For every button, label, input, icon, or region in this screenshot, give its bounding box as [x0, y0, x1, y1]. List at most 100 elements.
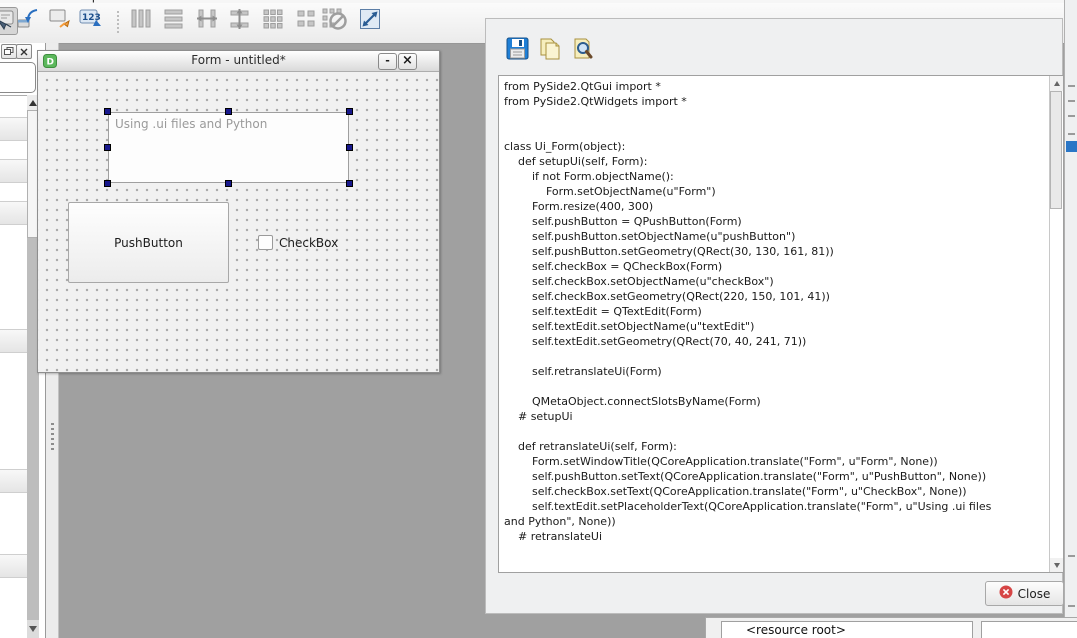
code-line: from PySide2.QtGui import *	[504, 79, 1052, 94]
edit-buddies-button[interactable]	[47, 7, 73, 33]
code-line: if not Form.objectName():	[504, 169, 1052, 184]
edit-signals-slots-button[interactable]	[15, 7, 41, 33]
form-window: D Form - untitled* - × Using .ui files a…	[37, 50, 440, 373]
code-line: def retranslateUi(self, Form):	[504, 439, 1052, 454]
code-line: self.pushButton = QPushButton(Form)	[504, 214, 1052, 229]
code-scrollbar-thumb[interactable]	[1050, 91, 1062, 209]
code-line: self.textEdit.setGeometry(QRect(70, 40, …	[504, 334, 1052, 349]
widget-box-item[interactable]	[0, 469, 27, 493]
resource-root-item[interactable]: <resource root>	[721, 621, 973, 638]
separator-grip-icon	[51, 423, 54, 451]
code-line	[504, 379, 1052, 394]
edit-signals-slots-icon	[16, 7, 40, 34]
selection-handle[interactable]	[225, 108, 232, 115]
form-window-titlebar[interactable]: D Form - untitled* - ×	[38, 51, 439, 72]
code-preview-dialog: from PySide2.QtGui import *from PySide2.…	[485, 18, 1063, 614]
code-line: self.textEdit = QTextEdit(Form)	[504, 304, 1052, 319]
code-line: self.retranslateUi(Form)	[504, 364, 1052, 379]
code-line: self.checkBox.setObjectName(u"checkBox")	[504, 274, 1052, 289]
copy-button[interactable]	[537, 37, 563, 63]
code-line	[504, 349, 1052, 364]
code-line: self.checkBox.setGeometry(QRect(220, 150…	[504, 289, 1052, 304]
code-line: from PySide2.QtWidgets import *	[504, 94, 1052, 109]
widget-filter-input[interactable]	[0, 62, 36, 93]
code-line: self.checkBox.setText(QCoreApplication.t…	[504, 484, 1052, 499]
tree-branch-tick	[1068, 605, 1075, 607]
layout-form-button[interactable]	[293, 7, 319, 33]
code-line: self.pushButton.setObjectName(u"pushButt…	[504, 229, 1052, 244]
code-scrollbar[interactable]	[1049, 76, 1063, 572]
pushbutton-label: PushButton	[114, 236, 183, 250]
layout-form-icon	[294, 7, 318, 34]
copy-icon	[538, 37, 562, 64]
selection-handle[interactable]	[225, 180, 232, 187]
edit-tab-order-button[interactable]: 123	[78, 7, 104, 33]
code-line: self.pushButton.setGeometry(QRect(30, 13…	[504, 244, 1052, 259]
resource-browser-panel[interactable]	[981, 621, 1077, 638]
code-line: Form.setObjectName(u"Form")	[504, 184, 1052, 199]
code-line: and Python", None))	[504, 514, 1052, 529]
tree-branch-tick	[1068, 100, 1075, 102]
widget-box-item[interactable]	[0, 117, 27, 141]
minimize-button[interactable]: -	[378, 53, 397, 70]
scroll-down-icon[interactable]	[1050, 558, 1063, 572]
desktop: Window Help 123 D Fo	[0, 0, 1077, 638]
selection-handle[interactable]	[346, 180, 353, 187]
adjust-size-button[interactable]	[357, 7, 383, 33]
code-line: # setupUi	[504, 409, 1052, 424]
code-line: Form.setWindowTitle(QCoreApplication.tra…	[504, 454, 1052, 469]
save-icon	[506, 37, 529, 63]
float-icon	[4, 45, 14, 59]
textedit-widget[interactable]: Using .ui files and Python	[108, 112, 349, 183]
layout-horizontal-splitter-button[interactable]	[194, 7, 220, 33]
tree-branch-tick	[1068, 115, 1075, 117]
save-button[interactable]	[504, 37, 530, 63]
textedit-placeholder: Using .ui files and Python	[115, 117, 267, 131]
close-circle-icon	[999, 585, 1013, 602]
layout-horizontal-icon	[129, 7, 153, 34]
adjust-size-icon	[358, 7, 382, 34]
layout-vertical-splitter-button[interactable]	[227, 7, 253, 33]
code-line: self.pushButton.setText(QCoreApplication…	[504, 469, 1052, 484]
code-line	[504, 109, 1052, 124]
selection-handle[interactable]	[346, 144, 353, 151]
close-icon	[20, 45, 28, 59]
widget-box-item[interactable]	[0, 201, 27, 225]
break-layout-icon	[321, 7, 349, 34]
selection-handle[interactable]	[346, 108, 353, 115]
selection-handle[interactable]	[104, 144, 111, 151]
edit-tab-order-icon: 123	[79, 7, 103, 34]
toolbar-separator	[117, 11, 119, 33]
scroll-down-icon[interactable]	[27, 620, 39, 638]
code-line: def setupUi(self, Form):	[504, 154, 1052, 169]
layout-vertical-button[interactable]	[161, 7, 187, 33]
scroll-up-icon[interactable]	[1050, 76, 1063, 91]
layout-horizontal-splitter-icon	[195, 7, 219, 34]
code-line: # retranslateUi	[504, 529, 1052, 544]
selection-handle[interactable]	[104, 180, 111, 187]
checkbox-widget[interactable]: CheckBox	[258, 222, 359, 263]
code-view[interactable]: from PySide2.QtGui import *from PySide2.…	[498, 75, 1064, 573]
close-button-label: Close	[1018, 587, 1051, 601]
tree-branch-tick	[1068, 85, 1075, 87]
find-icon	[571, 37, 595, 64]
selection-fragment	[1066, 141, 1077, 152]
break-layout-button[interactable]	[322, 7, 348, 33]
checkbox-label: CheckBox	[279, 236, 338, 250]
layout-grid-button[interactable]	[260, 7, 286, 33]
widget-box-item[interactable]	[0, 159, 27, 183]
close-window-button[interactable]: ×	[398, 53, 417, 70]
widget-box-item[interactable]	[0, 554, 27, 578]
layout-horizontal-button[interactable]	[128, 7, 154, 33]
selection-handle[interactable]	[104, 108, 111, 115]
pushbutton-widget[interactable]: PushButton	[68, 202, 229, 283]
code-text[interactable]: from PySide2.QtGui import *from PySide2.…	[499, 79, 1052, 544]
layout-grid-icon	[261, 7, 285, 34]
checkbox-indicator[interactable]	[258, 235, 273, 250]
find-button[interactable]	[570, 37, 596, 63]
widget-box-float-button[interactable]	[1, 44, 17, 59]
widget-box-close-button[interactable]	[16, 44, 32, 59]
close-button[interactable]: Close	[985, 581, 1064, 606]
widget-box-item[interactable]	[0, 329, 27, 353]
form-canvas[interactable]: Using .ui files and Python PushButton Ch…	[38, 72, 439, 372]
